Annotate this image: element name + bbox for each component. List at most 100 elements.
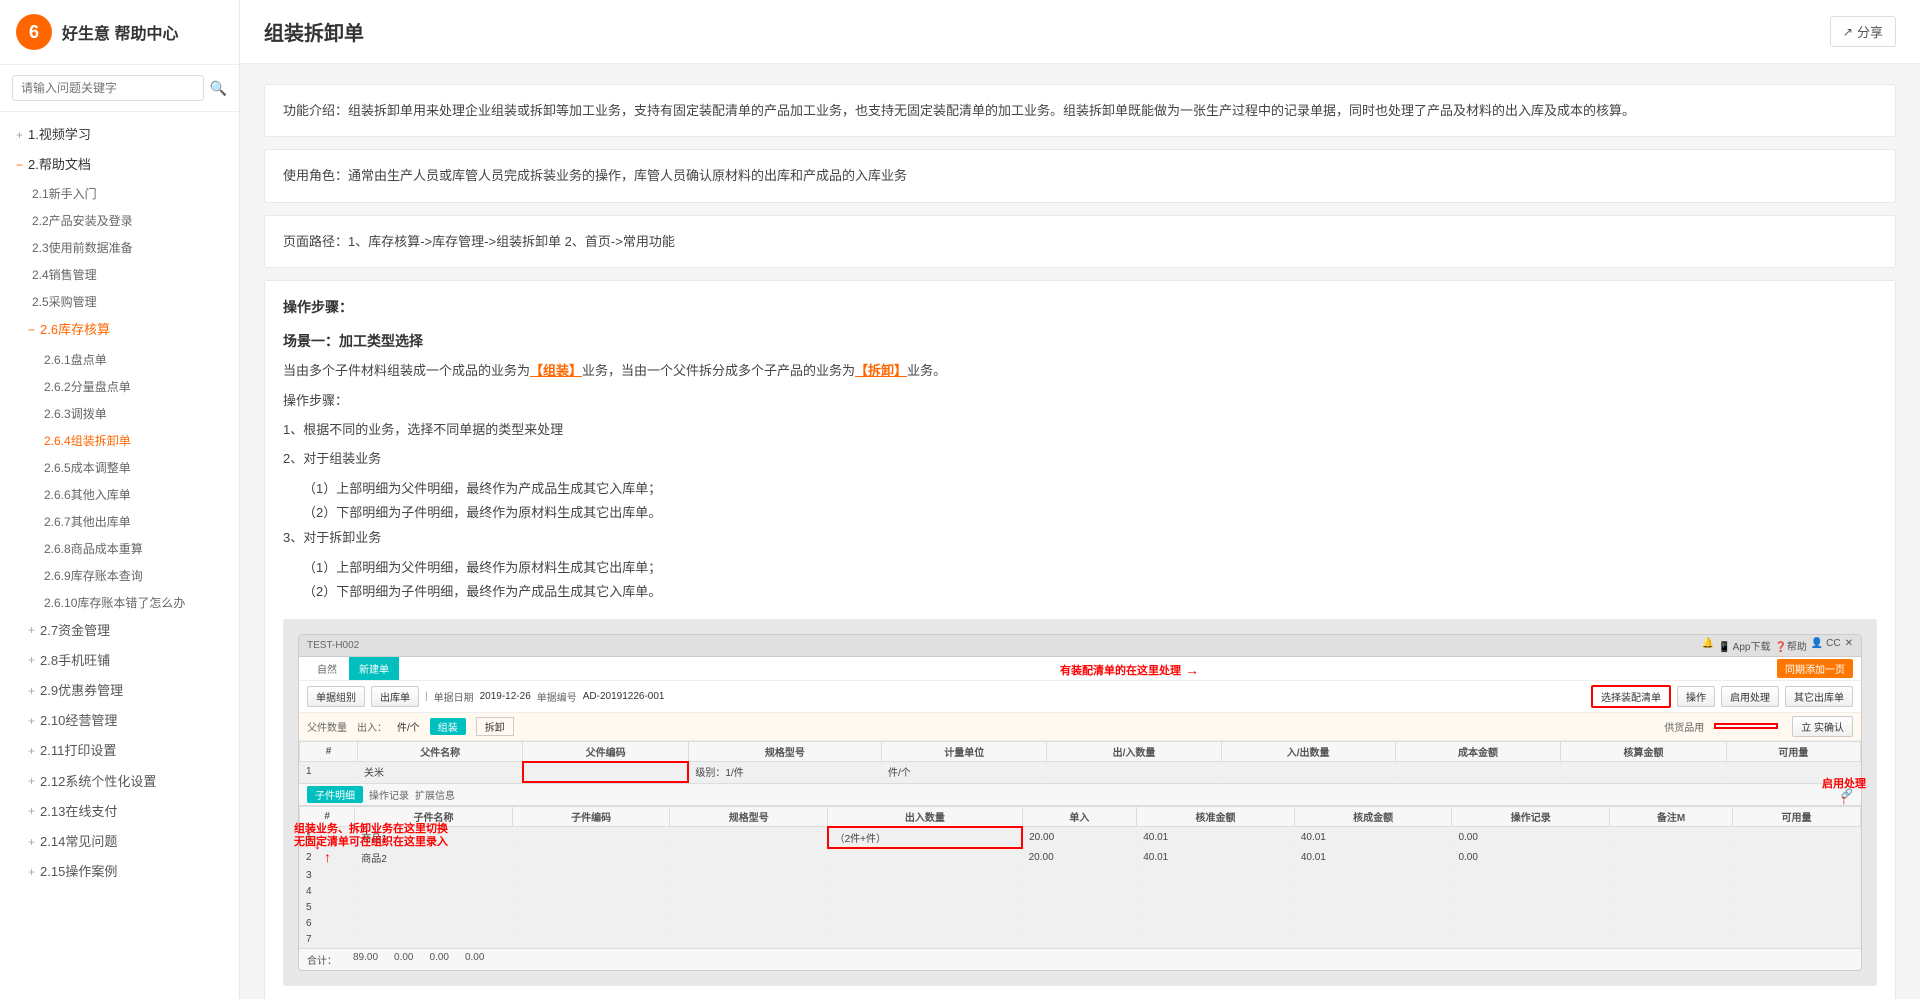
scene1-desc: 当由多个子件材料组装成一个成品的业务为【组装】业务，当由一个父件拆分成多个子产品… bbox=[283, 359, 1877, 382]
nav-tree: + 1.视频学习 − 2.帮助文档 2.1新手入门 2.2产品安装及登录 2.3… bbox=[0, 112, 239, 999]
footer-val-2: 0.00 bbox=[394, 952, 413, 967]
sim-tab-assemble[interactable]: 组装 bbox=[430, 718, 466, 735]
sim-add-page-btn[interactable]: 同期添加一页 bbox=[1777, 659, 1853, 678]
sidebar-item-2[interactable]: − 2.帮助文档 bbox=[0, 150, 239, 180]
sidebar-item-2-6-7[interactable]: 2.6.7其他出库单 bbox=[0, 508, 239, 535]
table-row: 4 bbox=[300, 884, 1861, 900]
sim-window: TEST-H002 🔔 📱 App下载 ❓帮助 👤 CC ✕ 自然 bbox=[298, 634, 1862, 972]
sim-lower-table-container: # 子件名称 子件编码 规格型号 出入数量 单入 核准金额 核成金额 操作记录 bbox=[299, 806, 1861, 949]
sidebar-item-2-6-2[interactable]: 2.6.2分量盘点单 bbox=[0, 373, 239, 400]
sidebar-item-2-14[interactable]: + 2.14常见问题 bbox=[0, 827, 239, 857]
table-row: 6 bbox=[300, 916, 1861, 932]
sim-btn-confirm[interactable]: 立 实确认 bbox=[1792, 716, 1853, 737]
main-content: 组装拆卸单 ↗ 分享 功能介绍：组装拆卸单用来处理企业组装或拆卸等加工业务，支持… bbox=[240, 0, 1920, 999]
sidebar-item-2-6-5[interactable]: 2.6.5成本调整单 bbox=[0, 454, 239, 481]
sim-btn-danjuzu[interactable]: 单据组别 bbox=[307, 686, 365, 707]
logo-icon: 6 bbox=[16, 14, 52, 50]
sidebar-item-2-8[interactable]: + 2.8手机旺铺 bbox=[0, 646, 239, 676]
sidebar-item-2-6-1[interactable]: 2.6.1盘点单 bbox=[0, 346, 239, 373]
sim-btn-enable[interactable]: 启用处理 bbox=[1721, 686, 1779, 707]
footer-val-4: 0.00 bbox=[465, 952, 484, 967]
prefix-icon: + bbox=[28, 743, 35, 760]
sidebar-item-2-10[interactable]: + 2.10经营管理 bbox=[0, 706, 239, 736]
search-input[interactable] bbox=[12, 75, 204, 101]
sidebar-logo: 6 好生意 帮助中心 bbox=[0, 0, 239, 65]
prefix-icon: + bbox=[28, 683, 35, 700]
sim-tab-op-record[interactable]: 操作记录 bbox=[369, 787, 409, 802]
sim-toolbar: 单据组别 出库单 | 单据日期 2019-12-26 单据编号 AD-20191… bbox=[299, 681, 1861, 713]
step3: 3、对于拆卸业务 bbox=[283, 526, 1877, 549]
table-row: 7 bbox=[300, 932, 1861, 948]
sidebar-item-2-1[interactable]: 2.1新手入门 bbox=[0, 180, 239, 207]
sidebar-item-2-11[interactable]: + 2.11打印设置 bbox=[0, 736, 239, 766]
sidebar-item-2-7[interactable]: + 2.7资金管理 bbox=[0, 616, 239, 646]
sidebar-item-2-6-9[interactable]: 2.6.9库存账本查询 bbox=[0, 562, 239, 589]
app-icon: 📱 App下载 bbox=[1718, 638, 1770, 653]
sidebar-item-2-6-8[interactable]: 2.6.8商品成本重算 bbox=[0, 535, 239, 562]
sim-title-icons: 🔔 📱 App下载 ❓帮助 👤 CC ✕ bbox=[1702, 638, 1853, 653]
sim-tab-child-detail[interactable]: 子件明细 bbox=[307, 786, 363, 803]
table-row: 1 关米 级别：1/件 件/个 bbox=[300, 762, 1861, 782]
sidebar-item-2-6-3[interactable]: 2.6.3调拨单 bbox=[0, 400, 239, 427]
search-icon[interactable]: 🔍 bbox=[210, 80, 227, 97]
sidebar-item-2-6[interactable]: − 2.6库存核算 bbox=[0, 315, 239, 345]
close-icon[interactable]: ✕ bbox=[1845, 638, 1853, 653]
sidebar-item-2-2[interactable]: 2.2产品安装及登录 bbox=[0, 207, 239, 234]
sidebar-item-2-9[interactable]: + 2.9优惠券管理 bbox=[0, 676, 239, 706]
sim-tab-home[interactable]: 自然 bbox=[307, 657, 347, 680]
sim-supplier-input[interactable] bbox=[1714, 723, 1778, 729]
screenshot-container: TEST-H002 🔔 📱 App下载 ❓帮助 👤 CC ✕ 自然 bbox=[283, 619, 1877, 987]
table-row: 2 商品2 20.00 40.01 40.01 0.00 bbox=[300, 848, 1861, 868]
sim-btn-op[interactable]: 操作 bbox=[1677, 686, 1715, 707]
sidebar-item-2-6-6[interactable]: 2.6.6其他入库单 bbox=[0, 481, 239, 508]
sidebar-item-2-5[interactable]: 2.5采购管理 bbox=[0, 288, 239, 315]
step2-sub1: （1）上部明细为父件明细，最终作为产成品生成其它入库单； bbox=[283, 477, 1877, 502]
prefix-icon: + bbox=[28, 713, 35, 730]
footer-val-3: 0.00 bbox=[430, 952, 449, 967]
sim-lower-table: # 子件名称 子件编码 规格型号 出入数量 单入 核准金额 核成金额 操作记录 bbox=[299, 806, 1861, 949]
sidebar-item-1[interactable]: + 1.视频学习 bbox=[0, 120, 239, 150]
steps-intro-label: 操作步骤： bbox=[283, 389, 1877, 412]
step3-sub1: （1）上部明细为父件明细，最终作为原材料生成其它出库单； bbox=[283, 556, 1877, 581]
sidebar-item-2-6-4[interactable]: 2.6.4组装拆卸单 bbox=[0, 427, 239, 454]
path-block: 页面路径：1、库存核算->库存管理->组装拆卸单 2、首页->常用功能 bbox=[264, 215, 1896, 268]
sim-tab-disassemble[interactable]: 拆卸 bbox=[476, 717, 514, 736]
sim-footer: 合计： 89.00 0.00 0.00 0.00 bbox=[299, 948, 1861, 970]
footer-val-1: 89.00 bbox=[353, 952, 378, 967]
table-row: 1 商品1 （2件+件） 20.00 40.01 40.01 0.00 bbox=[300, 827, 1861, 848]
sim-btn-chukudan[interactable]: 出库单 bbox=[371, 686, 419, 707]
sidebar-item-2-12[interactable]: + 2.12系统个性化设置 bbox=[0, 767, 239, 797]
page-title: 组装拆卸单 bbox=[264, 17, 364, 46]
prefix-icon: + bbox=[28, 864, 35, 881]
share-icon: ↗ bbox=[1843, 25, 1853, 39]
search-bar: 🔍 bbox=[0, 65, 239, 112]
step1: 1、根据不同的业务，选择不同单据的类型来处理 bbox=[283, 418, 1877, 441]
prefix-icon: + bbox=[28, 622, 35, 639]
prefix-icon: + bbox=[28, 773, 35, 790]
sim-title: TEST-H002 bbox=[307, 640, 359, 651]
sidebar-item-2-15[interactable]: + 2.15操作案例 bbox=[0, 857, 239, 887]
share-button[interactable]: ↗ 分享 bbox=[1830, 16, 1896, 47]
footer-total-label: 合计： bbox=[307, 952, 337, 967]
steps-title: 操作步骤： bbox=[283, 297, 1877, 317]
content-area: 功能介绍：组装拆卸单用来处理企业组装或拆卸等加工业务，支持有固定装配清单的产品加… bbox=[240, 64, 1920, 999]
sim-tab-ext-info[interactable]: 扩展信息 bbox=[415, 787, 455, 802]
step2: 2、对于组装业务 bbox=[283, 447, 1877, 470]
main-header: 组装拆卸单 ↗ 分享 bbox=[240, 0, 1920, 64]
sim-btn-other-out[interactable]: 其它出库单 bbox=[1785, 686, 1853, 707]
sidebar-item-2-6-10[interactable]: 2.6.10库存账本错了怎么办 bbox=[0, 589, 239, 616]
screenshot-inner: TEST-H002 🔔 📱 App下载 ❓帮助 👤 CC ✕ 自然 bbox=[284, 620, 1876, 986]
sidebar-item-2-3[interactable]: 2.3使用前数据准备 bbox=[0, 234, 239, 261]
prefix-icon: + bbox=[16, 127, 23, 144]
prefix-icon: + bbox=[28, 834, 35, 851]
logo-text: 好生意 帮助中心 bbox=[62, 20, 178, 44]
step3-sub2: （2）下部明细为子件明细，最终作为产成品生成其它入库单。 bbox=[283, 580, 1877, 605]
help-icon: ❓帮助 bbox=[1774, 638, 1806, 653]
sidebar-item-2-4[interactable]: 2.4销售管理 bbox=[0, 261, 239, 288]
parent-code-cell bbox=[523, 762, 688, 782]
table-row: 5 bbox=[300, 900, 1861, 916]
sim-btn-select-bom[interactable]: 选择装配清单 bbox=[1591, 685, 1671, 708]
sidebar-item-2-13[interactable]: + 2.13在线支付 bbox=[0, 797, 239, 827]
scene1-title: 场景一：加工类型选择 bbox=[283, 331, 1877, 351]
sim-tab-new[interactable]: 新建单 bbox=[349, 657, 399, 680]
